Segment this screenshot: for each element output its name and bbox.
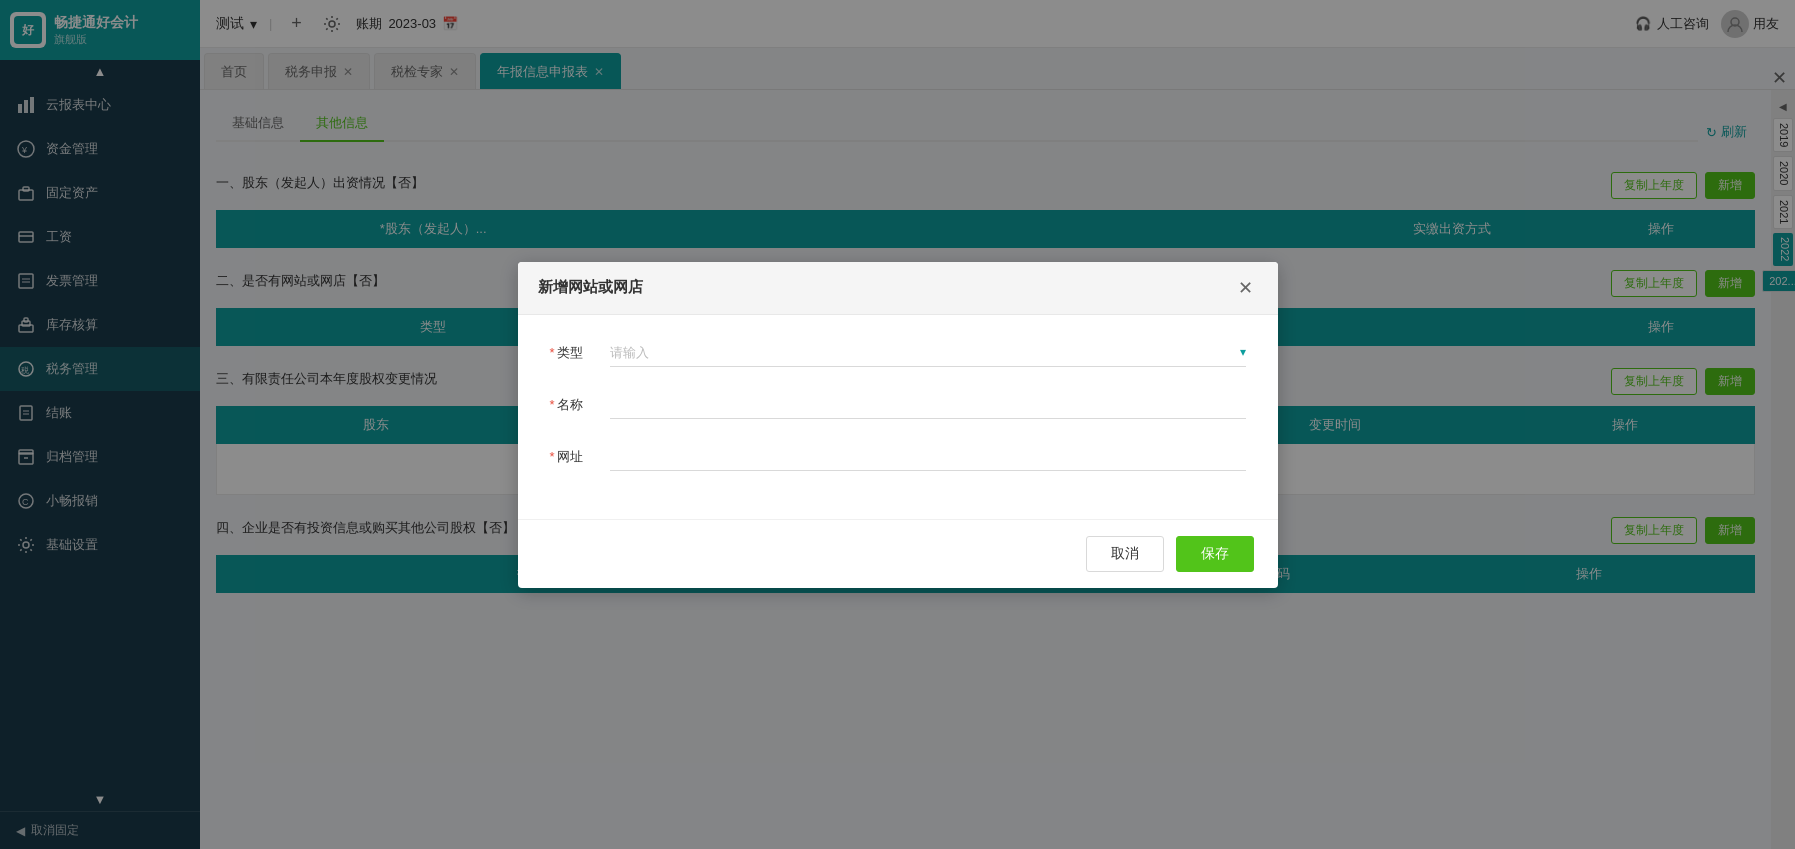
dialog-body: *类型 ▾ *名称 *网址 — [518, 315, 1278, 519]
form-label-url: *网址 — [550, 448, 610, 466]
form-control-name — [610, 391, 1246, 419]
form-control-url — [610, 443, 1246, 471]
form-row-url: *网址 — [550, 443, 1246, 471]
save-button[interactable]: 保存 — [1176, 536, 1254, 572]
dialog-title: 新增网站或网店 — [538, 278, 643, 297]
dialog-footer: 取消 保存 — [518, 519, 1278, 588]
form-control-type: ▾ — [610, 339, 1246, 367]
dialog-close-button[interactable]: ✕ — [1234, 276, 1258, 300]
dialog-add-website: 新增网站或网店 ✕ *类型 ▾ *名称 — [518, 262, 1278, 588]
dialog-header: 新增网站或网店 ✕ — [518, 262, 1278, 315]
cancel-button[interactable]: 取消 — [1086, 536, 1164, 572]
dropdown-arrow-icon: ▾ — [1240, 345, 1246, 359]
name-input[interactable] — [610, 397, 1246, 412]
url-input[interactable] — [610, 449, 1246, 464]
form-label-type: *类型 — [550, 344, 610, 362]
form-row-type: *类型 ▾ — [550, 339, 1246, 367]
form-row-name: *名称 — [550, 391, 1246, 419]
type-input[interactable] — [610, 345, 1246, 360]
dialog-overlay: 新增网站或网店 ✕ *类型 ▾ *名称 — [0, 0, 1795, 849]
form-label-name: *名称 — [550, 396, 610, 414]
